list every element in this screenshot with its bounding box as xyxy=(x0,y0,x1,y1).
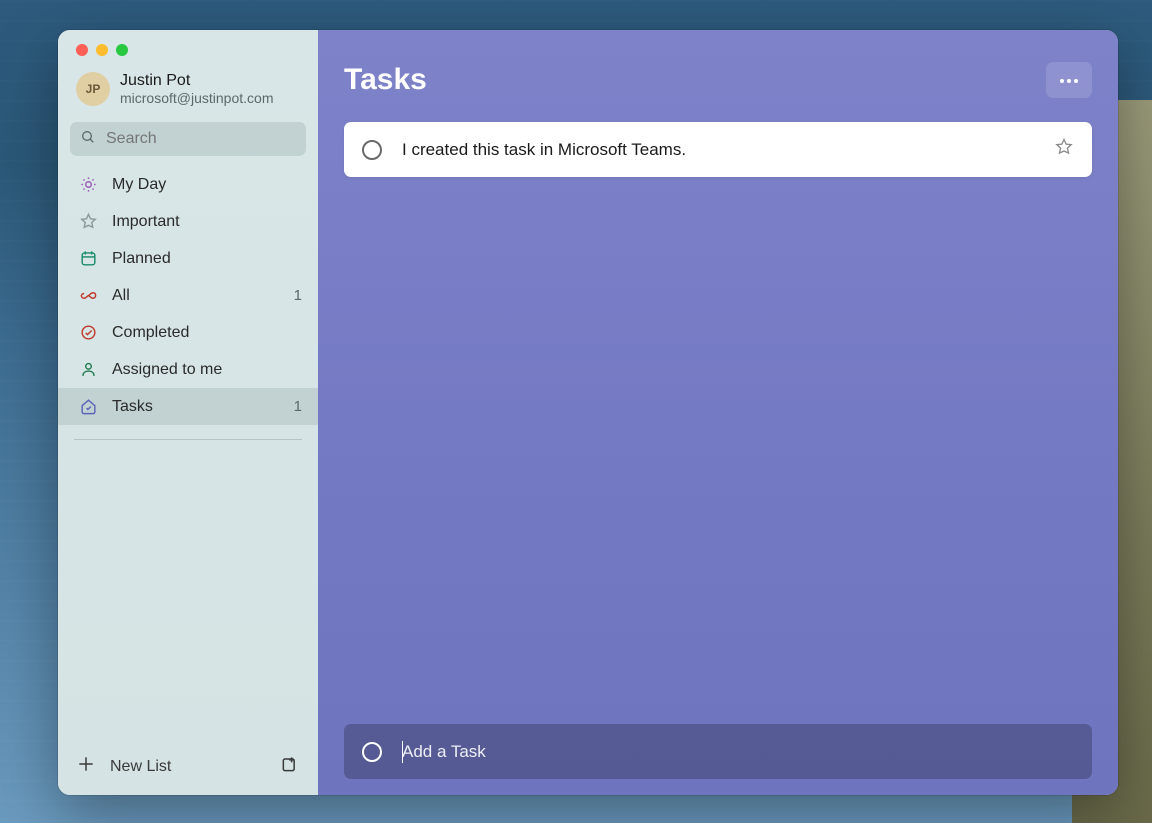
sidebar-divider xyxy=(74,439,302,440)
sidebar-item-label: My Day xyxy=(112,176,288,194)
calendar-icon xyxy=(78,249,98,269)
check-circle-icon xyxy=(78,323,98,343)
add-task-input[interactable] xyxy=(402,742,1074,762)
sidebar-item-label: Completed xyxy=(112,324,288,342)
window-controls xyxy=(58,30,318,64)
minimize-window-button[interactable] xyxy=(96,44,108,56)
new-group-icon xyxy=(280,754,300,779)
sidebar-item-label: Planned xyxy=(112,250,288,268)
sidebar-item-count: 1 xyxy=(294,287,302,304)
account-button[interactable]: JP Justin Pot microsoft@justinpot.com xyxy=(58,64,318,116)
sidebar: JP Justin Pot microsoft@justinpot.com My… xyxy=(58,30,318,795)
sidebar-item-tasks[interactable]: Tasks 1 xyxy=(58,388,318,425)
sidebar-item-label: Important xyxy=(112,213,288,231)
sidebar-item-label: Tasks xyxy=(112,398,280,416)
infinity-icon xyxy=(78,286,98,306)
sidebar-item-label: All xyxy=(112,287,280,305)
person-icon xyxy=(78,360,98,380)
sidebar-footer: New List xyxy=(58,740,318,795)
sidebar-item-important[interactable]: Important xyxy=(58,203,318,240)
task-complete-checkbox[interactable] xyxy=(362,140,382,160)
task-star-button[interactable] xyxy=(1054,137,1074,162)
add-task-field[interactable] xyxy=(344,724,1092,779)
star-outline-icon xyxy=(1054,144,1074,161)
star-icon xyxy=(78,212,98,232)
sidebar-item-count: 1 xyxy=(294,398,302,415)
sun-icon xyxy=(78,175,98,195)
sidebar-item-planned[interactable]: Planned xyxy=(58,240,318,277)
app-window: JP Justin Pot microsoft@justinpot.com My… xyxy=(58,30,1118,795)
user-info: Justin Pot microsoft@justinpot.com xyxy=(120,72,273,106)
smart-lists: My Day Important Planned xyxy=(58,166,318,435)
circle-icon xyxy=(362,742,382,762)
sidebar-item-completed[interactable]: Completed xyxy=(58,314,318,351)
search-icon xyxy=(80,129,96,150)
avatar: JP xyxy=(76,72,110,106)
sidebar-item-myday[interactable]: My Day xyxy=(58,166,318,203)
home-icon xyxy=(78,397,98,417)
new-list-button[interactable]: New List xyxy=(76,754,171,779)
plus-icon xyxy=(76,754,96,779)
sidebar-item-all[interactable]: All 1 xyxy=(58,277,318,314)
new-group-button[interactable] xyxy=(280,754,300,779)
new-list-label: New List xyxy=(110,758,171,776)
text-cursor xyxy=(402,741,403,763)
close-window-button[interactable] xyxy=(76,44,88,56)
list-options-button[interactable] xyxy=(1046,62,1092,98)
user-email: microsoft@justinpot.com xyxy=(120,90,273,106)
zoom-window-button[interactable] xyxy=(116,44,128,56)
sidebar-item-assigned[interactable]: Assigned to me xyxy=(58,351,318,388)
task-row[interactable]: I created this task in Microsoft Teams. xyxy=(344,122,1092,177)
main-pane: Tasks I created this task in Microsoft T… xyxy=(318,30,1118,795)
user-name: Justin Pot xyxy=(120,72,273,90)
list-title: Tasks xyxy=(344,63,427,97)
list-header: Tasks xyxy=(318,30,1118,116)
sidebar-spacer xyxy=(58,444,318,740)
search-input[interactable] xyxy=(106,130,313,148)
task-title: I created this task in Microsoft Teams. xyxy=(402,140,1034,160)
ellipsis-icon xyxy=(1059,71,1079,89)
sidebar-item-label: Assigned to me xyxy=(112,361,288,379)
search-field[interactable] xyxy=(70,122,306,156)
